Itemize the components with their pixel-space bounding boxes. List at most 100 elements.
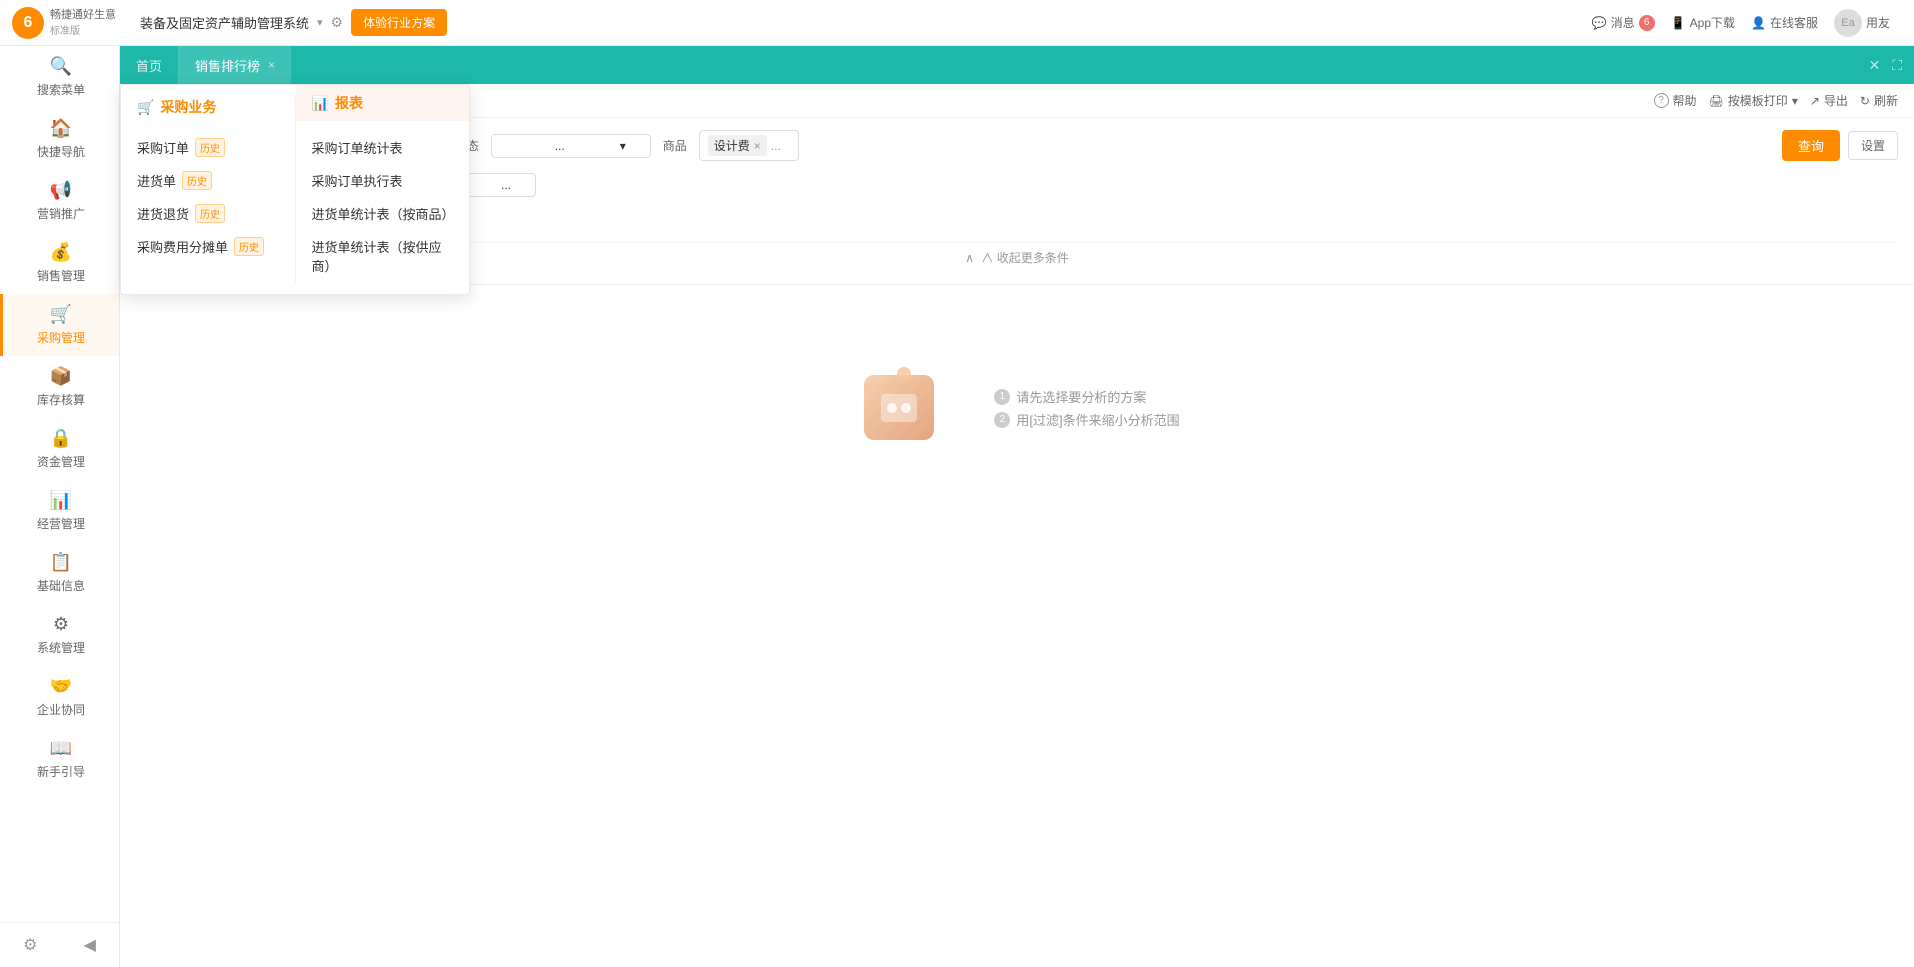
export-btn[interactable]: ↗ 导出 bbox=[1810, 92, 1848, 109]
operations-icon: 📊 bbox=[50, 490, 72, 511]
report-header-icon: 📊 bbox=[312, 95, 329, 112]
app-download-item[interactable]: 📱 App下载 bbox=[1671, 14, 1735, 31]
tab-bar-right: ✕ ⛶ bbox=[1868, 46, 1914, 84]
sidebar-bottom: ⚙ ◀ bbox=[0, 922, 119, 967]
finance-icon: 🔒 bbox=[50, 428, 72, 449]
sidebar-settings-icon[interactable]: ⚙ bbox=[23, 935, 37, 955]
filter-actions: 查询 设置 bbox=[1782, 130, 1898, 161]
service-icon: 👤 bbox=[1751, 16, 1766, 30]
hint-num-1: 1 bbox=[994, 389, 1010, 405]
goods-tag-close-icon[interactable]: × bbox=[754, 139, 761, 153]
collapse-icon: ∧ bbox=[965, 251, 974, 265]
print-dropdown-icon[interactable]: ▾ bbox=[1792, 94, 1798, 108]
report-header: 📊 报表 bbox=[296, 85, 470, 121]
sidebar-item-sales[interactable]: 💰 销售管理 bbox=[0, 232, 119, 294]
dropdown-item-purchase-order-exec[interactable]: 采购订单执行表 bbox=[312, 164, 454, 197]
tab-close-window-icon[interactable]: ✕ bbox=[1868, 57, 1880, 74]
doc-status-arrow: ▾ bbox=[620, 139, 626, 153]
tab-home[interactable]: 首页 bbox=[120, 46, 179, 84]
marketing-icon: 📢 bbox=[50, 180, 72, 201]
dropdown-menu: 🛒 采购业务 采购订单 历史 进货单 历史 进货退货 历史 采购费用分摊单 历史 bbox=[120, 84, 470, 295]
doc-status-select[interactable]: ... ▾ bbox=[491, 134, 651, 158]
dropdown-overlay: 🛒 采购业务 采购订单 历史 进货单 历史 进货退货 历史 采购费用分摊单 历史 bbox=[120, 84, 470, 295]
system-title: 装备及固定资产辅助管理系统 bbox=[140, 13, 309, 32]
online-service-item[interactable]: 👤 在线客服 bbox=[1751, 14, 1818, 31]
refresh-btn[interactable]: ↻ 刷新 bbox=[1860, 92, 1898, 109]
sidebar-collapse-icon[interactable]: ◀ bbox=[84, 935, 96, 955]
sidebar-item-marketing[interactable]: 📢 营销推广 bbox=[0, 170, 119, 232]
help-btn[interactable]: ? 帮助 bbox=[1654, 92, 1697, 109]
settings-icon[interactable]: ⚙ bbox=[331, 14, 344, 31]
hint-num-2: 2 bbox=[994, 412, 1010, 428]
tab-bar: 首页 销售排行榜 × ✕ ⛶ bbox=[120, 46, 1914, 84]
system-icon: ⚙ bbox=[53, 614, 69, 635]
title-arrow-icon[interactable]: ▾ bbox=[317, 16, 323, 29]
logo-text: 畅捷通好生意 bbox=[50, 8, 116, 22]
setting-button[interactable]: 设置 bbox=[1848, 131, 1898, 160]
sidebar: 🔍 搜索菜单 🏠 快捷导航 📢 营销推广 💰 销售管理 🛒 采购管理 📦 库存核… bbox=[0, 46, 120, 967]
dropdown-item-purchase-order[interactable]: 采购订单 历史 bbox=[137, 131, 279, 164]
goods-label: 商品 bbox=[663, 137, 687, 154]
msg-badge: 6 bbox=[1639, 15, 1655, 31]
search-icon: 🔍 bbox=[50, 56, 72, 77]
history-badge-2: 历史 bbox=[195, 204, 225, 223]
guide-icon: 📖 bbox=[50, 738, 72, 759]
sidebar-item-system[interactable]: ⚙ 系统管理 bbox=[0, 604, 119, 666]
tab-fullscreen-icon[interactable]: ⛶ bbox=[1892, 57, 1902, 74]
history-badge-0: 历史 bbox=[195, 138, 225, 157]
goods-dots: ... bbox=[771, 139, 781, 153]
logo-area: 6 畅捷通好生意 标准版 bbox=[12, 7, 132, 39]
collab-icon: 🤝 bbox=[50, 676, 72, 697]
history-badge-3: 历史 bbox=[234, 237, 264, 256]
sidebar-item-basic[interactable]: 📋 基础信息 bbox=[0, 542, 119, 604]
dropdown-item-inbound-stat-supplier[interactable]: 进货单统计表（按供应商） bbox=[312, 230, 454, 282]
sidebar-item-collab[interactable]: 🤝 企业协同 bbox=[0, 666, 119, 728]
sidebar-item-guide[interactable]: 📖 新手引导 bbox=[0, 728, 119, 790]
sales-icon: 💰 bbox=[50, 242, 72, 263]
user-item[interactable]: Ea 用友 bbox=[1834, 9, 1890, 37]
msg-item[interactable]: 💬 消息 6 bbox=[1592, 14, 1655, 31]
app-icon: 📱 bbox=[1671, 16, 1686, 30]
goods-tag: 设计费 × bbox=[708, 135, 767, 156]
msg-icon: 💬 bbox=[1592, 16, 1607, 30]
empty-illustration bbox=[854, 365, 954, 455]
tab-close-icon[interactable]: × bbox=[268, 58, 275, 72]
dropdown-item-purchase-order-stat[interactable]: 采购订单统计表 bbox=[312, 131, 454, 164]
tab-sales-ranking[interactable]: 销售排行榜 × bbox=[179, 46, 291, 84]
sidebar-item-finance[interactable]: 🔒 资金管理 bbox=[0, 418, 119, 480]
empty-text: 1 请先选择要分析的方案 2 用[过滤]条件来缩小分析范围 bbox=[994, 387, 1179, 433]
doc-status-dots: ... bbox=[555, 139, 565, 153]
logo-sub: 标准版 bbox=[50, 22, 116, 37]
purchase-header-icon: 🛒 bbox=[137, 99, 154, 116]
sidebar-item-search[interactable]: 🔍 搜索菜单 bbox=[0, 46, 119, 108]
sidebar-item-quick[interactable]: 🏠 快捷导航 bbox=[0, 108, 119, 170]
dropdown-item-return[interactable]: 进货退货 历史 bbox=[137, 197, 279, 230]
sidebar-item-inventory[interactable]: 📦 库存核算 bbox=[0, 356, 119, 418]
dropdown-item-inbound-stat-goods[interactable]: 进货单统计表（按商品） bbox=[312, 197, 454, 230]
dropdown-item-inbound[interactable]: 进货单 历史 bbox=[137, 164, 279, 197]
top-bar: 6 畅捷通好生意 标准版 装备及固定资产辅助管理系统 ▾ ⚙ 体验行业方案 💬 … bbox=[0, 0, 1914, 46]
query-button[interactable]: 查询 bbox=[1782, 130, 1840, 161]
report-col: 📊 报表 采购订单统计表 采购订单执行表 进货单统计表（按商品） 进货单统计表（… bbox=[296, 97, 470, 282]
logo-icon: 6 bbox=[12, 7, 44, 39]
goods-input[interactable]: 设计费 × ... bbox=[699, 130, 799, 161]
purchase-icon: 🛒 bbox=[50, 304, 72, 325]
purchase-header: 🛒 采购业务 bbox=[137, 97, 279, 121]
salesperson-dots: ... bbox=[501, 178, 511, 192]
avatar: Ea bbox=[1834, 9, 1862, 37]
sidebar-item-purchase[interactable]: 🛒 采购管理 bbox=[0, 294, 119, 356]
sidebar-item-operations[interactable]: 📊 经营管理 bbox=[0, 480, 119, 542]
system-title-area: 装备及固定资产辅助管理系统 ▾ ⚙ 体验行业方案 bbox=[132, 9, 1592, 36]
export-icon: ↗ bbox=[1810, 94, 1820, 108]
empty-state: 1 请先选择要分析的方案 2 用[过滤]条件来缩小分析范围 bbox=[120, 285, 1914, 535]
help-icon: ? bbox=[1654, 93, 1669, 108]
purchase-col: 🛒 采购业务 采购订单 历史 进货单 历史 进货退货 历史 采购费用分摊单 历史 bbox=[121, 97, 296, 282]
print-btn[interactable]: 🖨 按模板打印 ▾ bbox=[1709, 92, 1798, 109]
print-icon: 🖨 bbox=[1709, 94, 1724, 108]
top-right: 💬 消息 6 📱 App下载 👤 在线客服 Ea 用友 bbox=[1592, 9, 1902, 37]
dropdown-item-expense[interactable]: 采购费用分摊单 历史 bbox=[137, 230, 279, 263]
basic-icon: 📋 bbox=[50, 552, 72, 573]
refresh-icon: ↻ bbox=[1860, 94, 1870, 108]
industry-btn[interactable]: 体验行业方案 bbox=[351, 9, 447, 36]
history-badge-1: 历史 bbox=[182, 171, 212, 190]
